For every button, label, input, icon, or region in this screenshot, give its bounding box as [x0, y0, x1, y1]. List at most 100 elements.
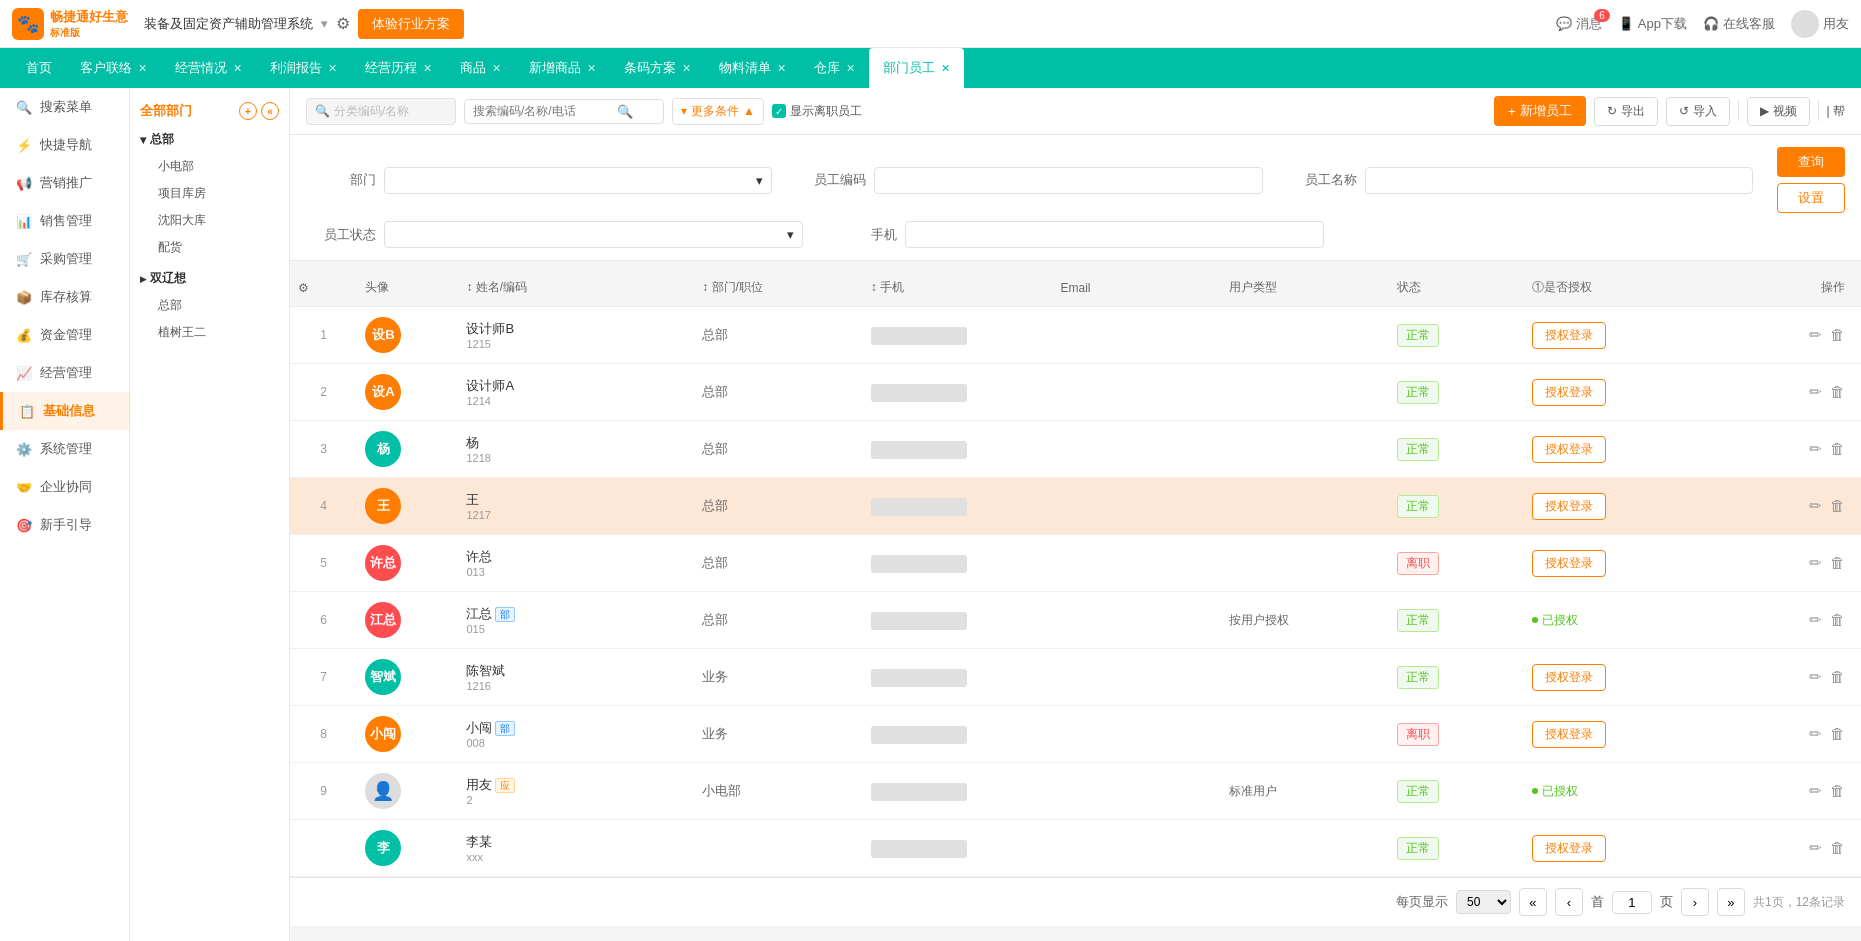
- auth-login-button[interactable]: 授权登录: [1532, 322, 1606, 349]
- dept-search-box[interactable]: 🔍 分类编码/名称: [306, 98, 456, 125]
- tab-newgoods[interactable]: 新增商品✕: [515, 48, 610, 88]
- dept-collapse-btn[interactable]: «: [261, 102, 279, 120]
- sidebar-item-basic[interactable]: 📋 基础信息: [0, 392, 129, 430]
- system-dropdown-icon[interactable]: ▾: [321, 16, 328, 31]
- sidebar-search[interactable]: 🔍 搜索菜单: [0, 88, 129, 126]
- auth-login-button[interactable]: 授权登录: [1532, 835, 1606, 862]
- delete-icon[interactable]: 🗑: [1830, 668, 1845, 686]
- sidebar-item-inventory[interactable]: 📦 库存核算: [0, 278, 129, 316]
- tab-dept-staff[interactable]: 部门员工✕: [869, 48, 964, 88]
- close-icon[interactable]: ✕: [777, 62, 786, 75]
- tab-barcode[interactable]: 条码方案✕: [610, 48, 705, 88]
- close-icon[interactable]: ✕: [587, 62, 596, 75]
- close-icon[interactable]: ✕: [423, 62, 432, 75]
- app-download-item[interactable]: 📱 App下载: [1618, 15, 1687, 33]
- tab-goods[interactable]: 商品✕: [446, 48, 515, 88]
- emp-name-input[interactable]: [1365, 167, 1753, 194]
- dept-item-plant-king[interactable]: 植树王二: [130, 319, 289, 346]
- help-label[interactable]: | 帮: [1827, 103, 1845, 120]
- edit-icon[interactable]: ✏: [1809, 782, 1822, 800]
- show-resigned-toggle[interactable]: ✓ 显示离职员工: [772, 103, 862, 120]
- search-button[interactable]: 查询: [1777, 147, 1845, 177]
- sidebar-item-purchase[interactable]: 🛒 采购管理: [0, 240, 129, 278]
- delete-icon[interactable]: 🗑: [1830, 326, 1845, 344]
- delete-icon[interactable]: 🗑: [1830, 839, 1845, 857]
- dept-item-project[interactable]: 项目库房: [130, 180, 289, 207]
- delete-icon[interactable]: 🗑: [1830, 440, 1845, 458]
- edit-icon[interactable]: ✏: [1809, 554, 1822, 572]
- search-submit-icon[interactable]: 🔍: [617, 104, 633, 119]
- dept-item-hq-parent[interactable]: ▾ 总部: [130, 126, 289, 153]
- search-box[interactable]: 🔍: [464, 99, 664, 124]
- dept-item-shenyang[interactable]: 沈阳大库: [130, 207, 289, 234]
- search-input[interactable]: [473, 104, 613, 118]
- auth-login-button[interactable]: 授权登录: [1532, 493, 1606, 520]
- auth-login-button[interactable]: 授权登录: [1532, 721, 1606, 748]
- page-input[interactable]: [1612, 891, 1652, 914]
- auth-login-button[interactable]: 授权登录: [1532, 664, 1606, 691]
- tab-history[interactable]: 经营历程✕: [351, 48, 446, 88]
- dept-item-hq2[interactable]: 总部: [130, 292, 289, 319]
- next-page-btn[interactable]: ›: [1681, 888, 1709, 916]
- close-icon[interactable]: ✕: [492, 62, 501, 75]
- video-button[interactable]: ▶ 视频: [1747, 97, 1810, 126]
- sidebar-item-system[interactable]: ⚙️ 系统管理: [0, 430, 129, 468]
- sidebar-item-sales[interactable]: 📊 销售管理: [0, 202, 129, 240]
- edit-icon[interactable]: ✏: [1809, 326, 1822, 344]
- tab-material[interactable]: 物料清单✕: [705, 48, 800, 88]
- close-icon[interactable]: ✕: [941, 62, 950, 75]
- dept-item-distribution[interactable]: 配货: [130, 234, 289, 261]
- export-button[interactable]: ↻ 导出: [1594, 97, 1658, 126]
- close-icon[interactable]: ✕: [846, 62, 855, 75]
- import-button[interactable]: ↺ 导入: [1666, 97, 1730, 126]
- phone-input[interactable]: [905, 221, 1324, 248]
- trial-button[interactable]: 体验行业方案: [358, 9, 464, 39]
- auth-login-button[interactable]: 授权登录: [1532, 436, 1606, 463]
- more-filter-btn[interactable]: ▾ 更多条件 ▲: [672, 98, 764, 125]
- prev-page-btn[interactable]: ‹: [1555, 888, 1583, 916]
- settings-icon[interactable]: ⚙: [336, 14, 350, 33]
- sidebar-item-marketing[interactable]: 📢 营销推广: [0, 164, 129, 202]
- col-phone[interactable]: ↕ 手机: [863, 269, 1053, 307]
- dept-add-btn[interactable]: +: [239, 102, 257, 120]
- delete-icon[interactable]: 🗑: [1830, 554, 1845, 572]
- delete-icon[interactable]: 🗑: [1830, 497, 1845, 515]
- dept-item-shuangliao[interactable]: ▸ 双辽想: [130, 265, 289, 292]
- sidebar-item-enterprise[interactable]: 🤝 企业协同: [0, 468, 129, 506]
- tab-warehouse[interactable]: 仓库✕: [800, 48, 869, 88]
- col-settings[interactable]: ⚙: [290, 269, 357, 307]
- settings-button[interactable]: 设置: [1777, 183, 1845, 213]
- auth-login-button[interactable]: 授权登录: [1532, 379, 1606, 406]
- delete-icon[interactable]: 🗑: [1830, 782, 1845, 800]
- first-page-btn[interactable]: «: [1519, 888, 1547, 916]
- edit-icon[interactable]: ✏: [1809, 611, 1822, 629]
- edit-icon[interactable]: ✏: [1809, 725, 1822, 743]
- delete-icon[interactable]: 🗑: [1830, 725, 1845, 743]
- edit-icon[interactable]: ✏: [1809, 383, 1822, 401]
- edit-icon[interactable]: ✏: [1809, 839, 1822, 857]
- close-icon[interactable]: ✕: [328, 62, 337, 75]
- sidebar-item-finance[interactable]: 💰 资金管理: [0, 316, 129, 354]
- sidebar-item-quick[interactable]: ⚡ 快捷导航: [0, 126, 129, 164]
- status-select[interactable]: ▾: [384, 221, 803, 248]
- tab-customer[interactable]: 客户联络✕: [66, 48, 161, 88]
- tab-business[interactable]: 经营情况✕: [161, 48, 256, 88]
- dept-select[interactable]: ▾: [384, 167, 772, 194]
- col-dept-pos[interactable]: ↕ 部门/职位: [694, 269, 862, 307]
- page-size-select[interactable]: 50 20 100: [1456, 890, 1511, 914]
- tab-home[interactable]: 首页: [12, 48, 66, 88]
- edit-icon[interactable]: ✏: [1809, 668, 1822, 686]
- tab-profit[interactable]: 利润报告✕: [256, 48, 351, 88]
- col-name-code[interactable]: ↕ 姓名/编码: [458, 269, 694, 307]
- edit-icon[interactable]: ✏: [1809, 440, 1822, 458]
- auth-login-button[interactable]: 授权登录: [1532, 550, 1606, 577]
- last-page-btn[interactable]: »: [1717, 888, 1745, 916]
- sidebar-item-guide[interactable]: 🎯 新手引导: [0, 506, 129, 544]
- close-icon[interactable]: ✕: [138, 62, 147, 75]
- add-employee-button[interactable]: + 新增员工: [1494, 96, 1586, 126]
- message-item[interactable]: 💬 6 消息: [1556, 15, 1602, 33]
- edit-icon[interactable]: ✏: [1809, 497, 1822, 515]
- sidebar-item-operation[interactable]: 📈 经营管理: [0, 354, 129, 392]
- user-item[interactable]: 用友: [1791, 10, 1849, 38]
- emp-code-input[interactable]: [874, 167, 1262, 194]
